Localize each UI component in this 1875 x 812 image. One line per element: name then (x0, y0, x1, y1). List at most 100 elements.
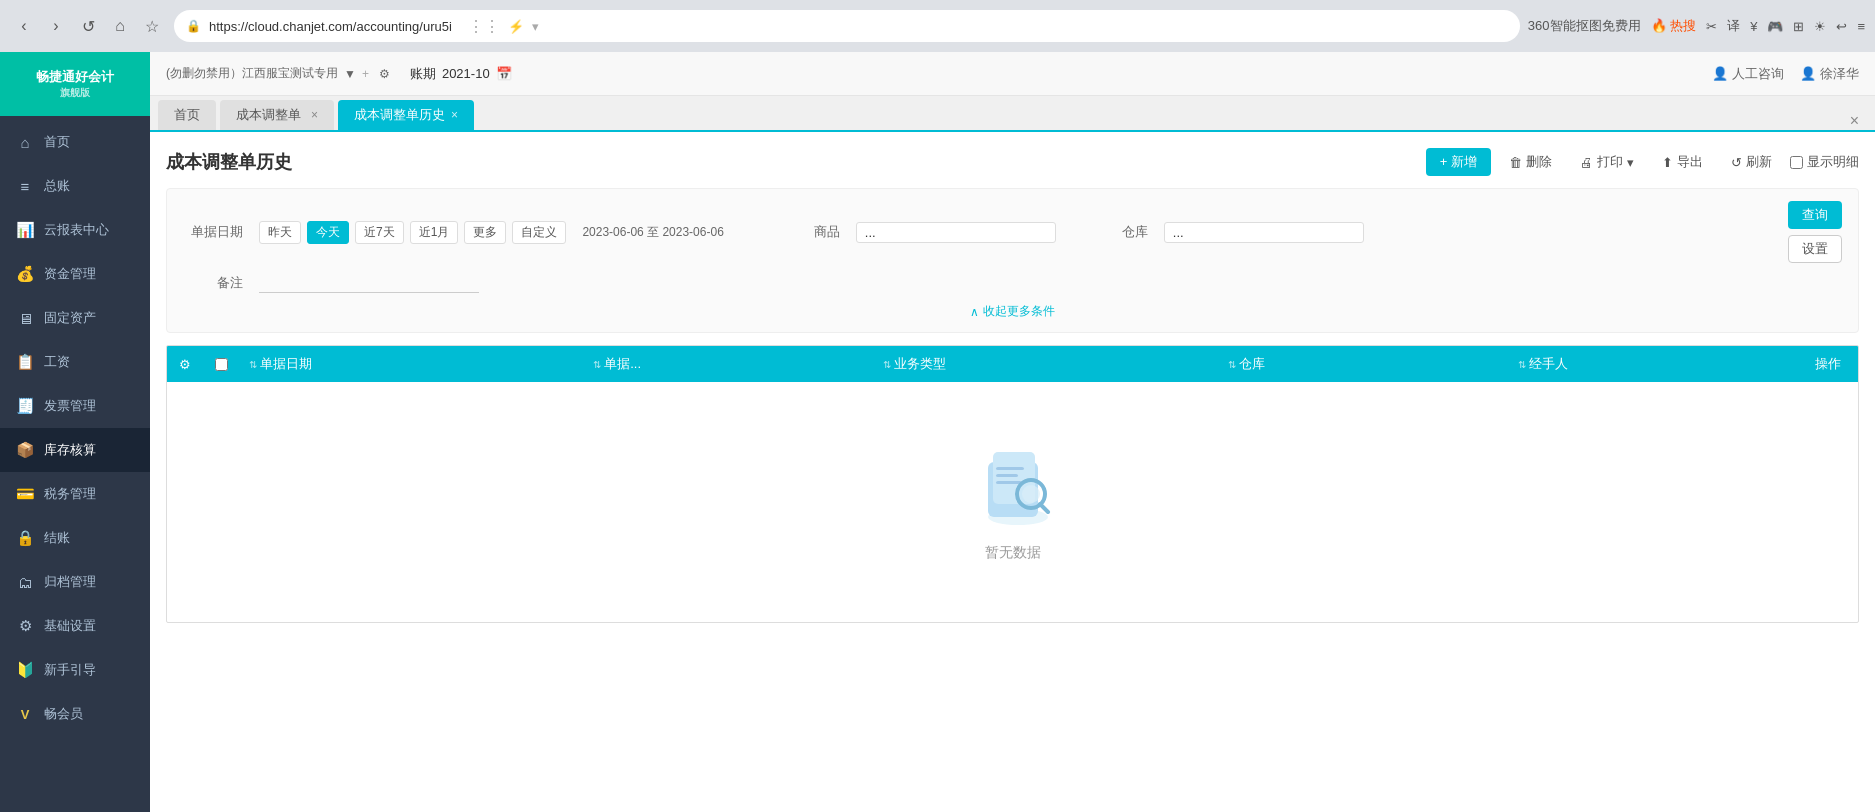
query-button[interactable]: 查询 (1788, 201, 1842, 229)
sidebar-item-home[interactable]: ⌂ 首页 (0, 120, 150, 164)
menu-icon[interactable]: ≡ (1857, 19, 1865, 34)
sidebar-item-closing[interactable]: 🔒 结账 (0, 516, 150, 560)
period-info: 账期 2021-10 📅 (410, 65, 512, 83)
add-company-icon[interactable]: + (362, 67, 369, 81)
sidebar-item-guide[interactable]: 🔰 新手引导 (0, 648, 150, 692)
last7days-btn[interactable]: 近7天 (355, 221, 404, 244)
tab-cost-adjustment-history-label: 成本调整单历史 (354, 106, 445, 124)
translate-icon[interactable]: 译 (1727, 17, 1740, 35)
table-bill-header[interactable]: ⇅ 单据... (583, 355, 873, 373)
table-handler-header[interactable]: ⇅ 经手人 (1508, 355, 1798, 373)
sidebar-item-ledger[interactable]: ≡ 总账 (0, 164, 150, 208)
sort-biztype-icon: ⇅ (883, 359, 891, 370)
date-filter-label: 单据日期 (183, 223, 243, 241)
table-biztype-header[interactable]: ⇅ 业务类型 (873, 355, 1217, 373)
print-button[interactable]: 🖨 打印 ▾ (1570, 149, 1644, 175)
closing-icon: 🔒 (16, 529, 34, 547)
support-label: 人工咨询 (1732, 65, 1784, 83)
warehouse-filter-label: 仓库 (1088, 223, 1148, 241)
table-container: ⚙ ⇅ 单据日期 ⇅ 单据... ⇅ 业务类型 (166, 345, 1859, 623)
sidebar-item-reports[interactable]: 📊 云报表中心 (0, 208, 150, 252)
custom-btn[interactable]: 自定义 (512, 221, 566, 244)
sidebar-item-salary[interactable]: 📋 工资 (0, 340, 150, 384)
sidebar-item-membership[interactable]: V 畅会员 (0, 692, 150, 736)
sidebar-item-settings[interactable]: ⚙ 基础设置 (0, 604, 150, 648)
sidebar-item-label-closing: 结账 (44, 529, 70, 547)
sort-handler-icon: ⇅ (1518, 359, 1526, 370)
table-header: ⚙ ⇅ 单据日期 ⇅ 单据... ⇅ 业务类型 (167, 346, 1858, 382)
filter-area: 单据日期 昨天 今天 近7天 近1月 更多 自定义 2023-06-06 至 2… (166, 188, 1859, 333)
table-settings-header[interactable]: ⚙ (167, 357, 203, 372)
invoice-icon: 🧾 (16, 397, 34, 415)
game-icon[interactable]: 🎮 (1767, 19, 1783, 34)
back-button[interactable]: ‹ (10, 12, 38, 40)
app-layout: 畅捷通好会计 旗舰版 ⌂ 首页 ≡ 总账 📊 云报表中心 💰 资金管理 🖥 (0, 52, 1875, 812)
more-btn[interactable]: 更多 (464, 221, 506, 244)
print-dropdown-icon: ▾ (1627, 155, 1634, 170)
company-settings-icon[interactable]: ⚙ (379, 67, 390, 81)
close-cost-adjustment-icon[interactable]: × (311, 108, 318, 122)
table-date-header[interactable]: ⇅ 单据日期 (239, 355, 583, 373)
tab-cost-adjustment-history[interactable]: 成本调整单历史 × (338, 100, 474, 130)
yesterday-btn[interactable]: 昨天 (259, 221, 301, 244)
add-button[interactable]: + 新增 (1426, 148, 1491, 176)
wallet-icon[interactable]: ¥ (1750, 19, 1757, 34)
delete-button[interactable]: 🗑 删除 (1499, 149, 1562, 175)
calendar-icon[interactable]: 📅 (496, 66, 512, 81)
collapse-button[interactable]: ∧ 收起更多条件 (970, 303, 1055, 320)
page-title-row: 成本调整单历史 + 新增 🗑 删除 🖨 打印 ▾ ⬆ 导出 (166, 148, 1859, 176)
period-label: 账期 (410, 65, 436, 83)
sidebar-item-label-guide: 新手引导 (44, 661, 96, 679)
user-info[interactable]: 👤 徐泽华 (1800, 65, 1859, 83)
svg-rect-5 (996, 481, 1022, 484)
grid-view-icon[interactable]: ⊞ (1793, 19, 1804, 34)
home-button[interactable]: ⌂ (106, 12, 134, 40)
last1month-btn[interactable]: 近1月 (410, 221, 459, 244)
warehouse-select[interactable]: ... (1164, 222, 1364, 243)
select-all-checkbox[interactable] (215, 358, 228, 371)
grid-icon: ⋮⋮ (468, 17, 500, 36)
url-text: https://cloud.chanjet.com/accounting/uru… (209, 19, 452, 34)
address-bar[interactable]: 🔒 https://cloud.chanjet.com/accounting/u… (174, 10, 1520, 42)
close-history-icon[interactable]: × (451, 108, 458, 122)
product-select[interactable]: ... (856, 222, 1056, 243)
filter-row-1: 单据日期 昨天 今天 近7天 近1月 更多 自定义 2023-06-06 至 2… (183, 201, 1842, 263)
lightning-icon: ⚡ (508, 19, 524, 34)
archive-icon: 🗂 (16, 574, 34, 591)
sidebar-item-inventory[interactable]: 📦 库存核算 (0, 428, 150, 472)
svg-rect-3 (996, 467, 1024, 470)
salary-icon: 📋 (16, 353, 34, 371)
delete-icon: 🗑 (1509, 155, 1522, 170)
today-btn[interactable]: 今天 (307, 221, 349, 244)
close-tab-button[interactable]: × (1842, 112, 1867, 130)
table-checkbox-header[interactable] (203, 358, 239, 371)
dropdown-icon[interactable]: ▼ (344, 67, 356, 81)
show-details-checkbox-label[interactable]: 显示明细 (1790, 153, 1859, 171)
tab-home[interactable]: 首页 (158, 100, 216, 130)
filter-settings-button[interactable]: 设置 (1788, 235, 1842, 263)
refresh-button[interactable]: ↺ (74, 12, 102, 40)
sidebar-item-finance[interactable]: 💰 资金管理 (0, 252, 150, 296)
date-range-text: 2023-06-06 至 2023-06-06 (582, 224, 723, 241)
sidebar-item-invoice[interactable]: 🧾 发票管理 (0, 384, 150, 428)
scissors-icon[interactable]: ✂ (1706, 19, 1717, 34)
forward-button[interactable]: › (42, 12, 70, 40)
star-button[interactable]: ☆ (138, 12, 166, 40)
table-warehouse-header[interactable]: ⇅ 仓库 (1218, 355, 1508, 373)
user-avatar-icon: 👤 (1800, 66, 1816, 81)
brightness-icon[interactable]: ☀ (1814, 19, 1826, 34)
tab-cost-adjustment-label: 成本调整单 (236, 106, 301, 124)
tab-cost-adjustment[interactable]: 成本调整单 × (220, 100, 334, 130)
show-details-checkbox[interactable] (1790, 156, 1803, 169)
export-button[interactable]: ⬆ 导出 (1652, 149, 1713, 175)
refresh-button[interactable]: ↺ 刷新 (1721, 149, 1782, 175)
remark-input[interactable] (259, 273, 479, 293)
sidebar-item-assets[interactable]: 🖥 固定资产 (0, 296, 150, 340)
undo-icon[interactable]: ↩ (1836, 19, 1847, 34)
sidebar-item-tax[interactable]: 💳 税务管理 (0, 472, 150, 516)
remark-label: 备注 (183, 274, 243, 292)
sidebar-item-label-salary: 工资 (44, 353, 70, 371)
support-link[interactable]: 👤 人工咨询 (1712, 65, 1784, 83)
company-name: (勿删勿禁用）江西服宝测试专用 (166, 65, 338, 82)
sidebar-item-archive[interactable]: 🗂 归档管理 (0, 560, 150, 604)
